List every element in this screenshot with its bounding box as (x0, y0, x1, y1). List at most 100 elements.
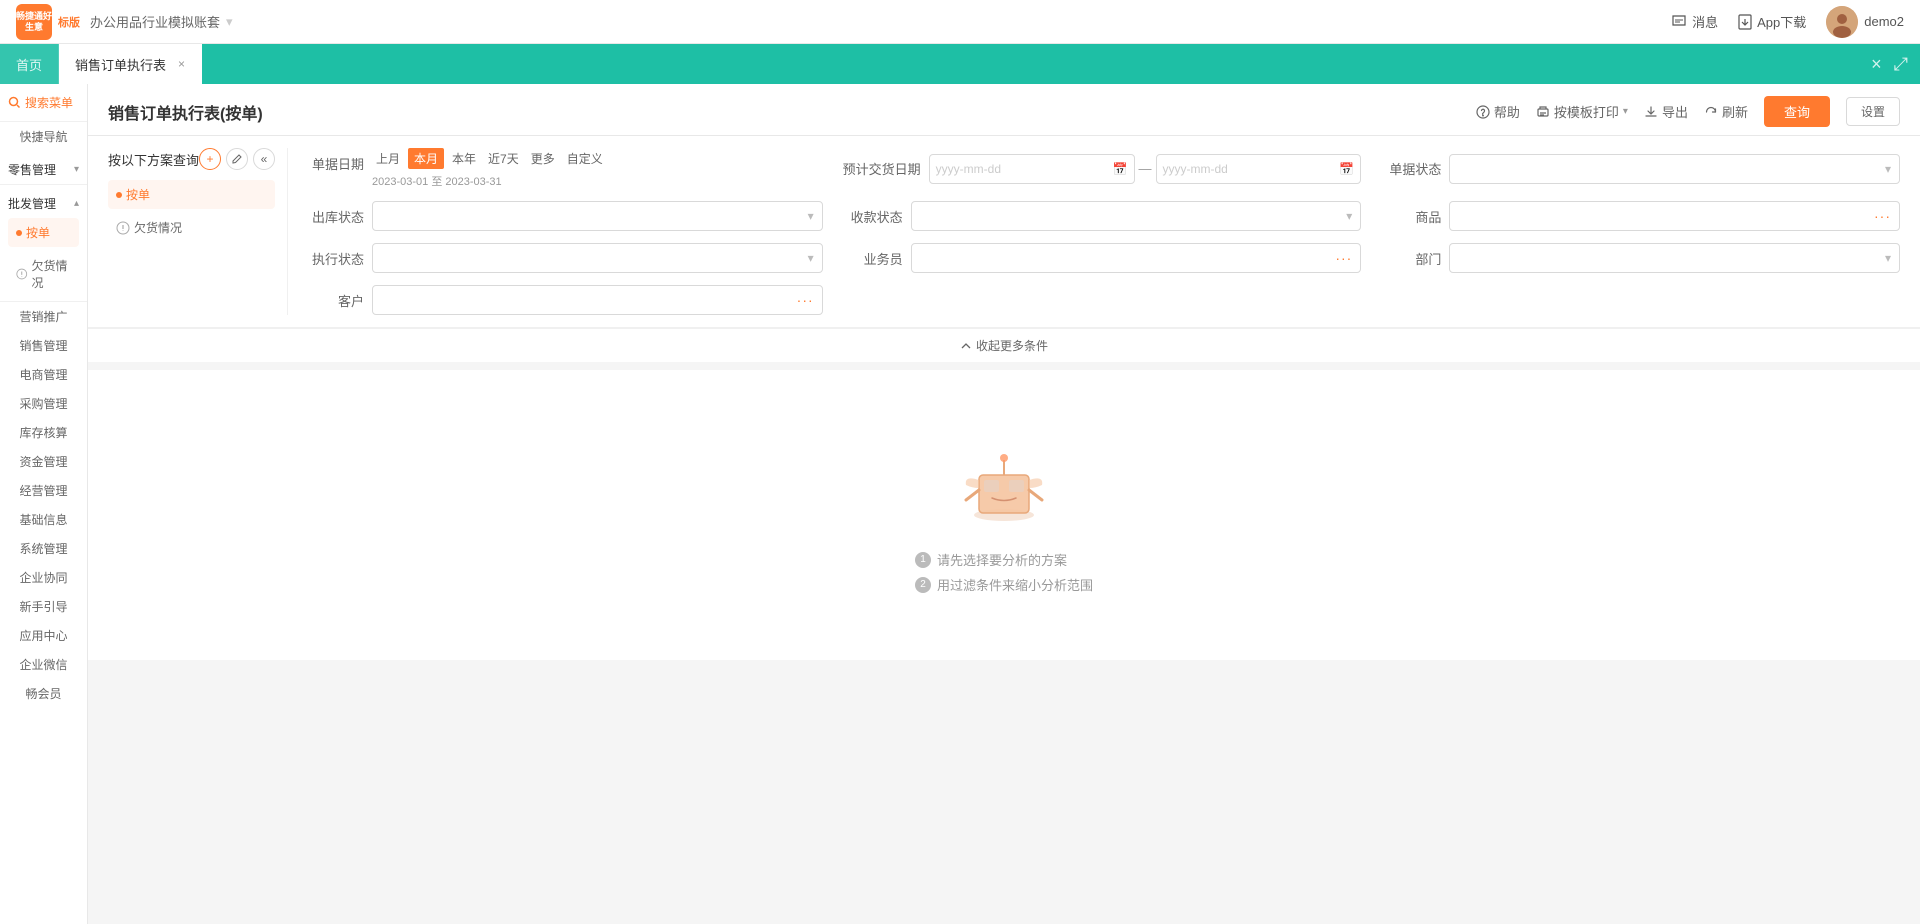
scheme-header: 按以下方案查询 + « (108, 148, 275, 170)
date-tab-thisyear[interactable]: 本年 (448, 148, 480, 169)
sidebar-item-appcenter[interactable]: 应用中心 (0, 621, 87, 650)
collapse-btn[interactable]: 收起更多条件 (88, 328, 1920, 362)
sidebar-item-operation[interactable]: 经营管理 (0, 476, 87, 505)
settings-button[interactable]: 设置 (1846, 97, 1900, 126)
empty-tip-1: 1 请先选择要分析的方案 (915, 550, 1093, 569)
sidebar-item-finance[interactable]: 资金管理 (0, 447, 87, 476)
page-header: 销售订单执行表(按单) 帮助 (88, 84, 1920, 136)
date-tabs-row: 上月 本月 本年 近7天 更多 自定义 (372, 148, 823, 169)
edit-scheme-btn[interactable] (226, 148, 248, 170)
search-icon (8, 96, 21, 109)
date-tab-more[interactable]: 更多 (527, 148, 559, 169)
scheme-item-credit[interactable]: 欠货情况 (108, 213, 275, 242)
expected-end-placeholder: yyyy-mm-dd (1163, 162, 1228, 176)
refresh-icon (1704, 105, 1718, 119)
app-download-action[interactable]: App下载 (1738, 12, 1806, 31)
sidebar-search[interactable]: 搜索菜单 (0, 84, 87, 122)
salesman-dots-icon[interactable]: ··· (1335, 250, 1352, 266)
sidebar-item-sales[interactable]: 销售管理 (0, 331, 87, 360)
filter-doc-status: 单据状态 ▾ (1381, 148, 1900, 189)
doc-status-select[interactable]: ▾ (1449, 154, 1900, 184)
tab-bar: 首页 销售订单执行表 × × ⤢ (0, 44, 1920, 84)
customer-dots-icon[interactable]: ··· (797, 292, 814, 308)
wholesale-arrow-icon: ▴ (74, 198, 79, 209)
goods-dots-icon[interactable]: ··· (1874, 208, 1891, 224)
stock-status-label: 出库状态 (304, 207, 364, 226)
date-tab-custom[interactable]: 自定义 (563, 148, 607, 169)
expected-delivery-start[interactable]: yyyy-mm-dd 📅 (929, 154, 1135, 184)
goods-label: 商品 (1381, 207, 1441, 226)
pay-status-select[interactable]: ▾ (911, 201, 1362, 231)
page-title-row: 销售订单执行表(按单) 帮助 (108, 96, 1900, 127)
sidebar-item-wechat[interactable]: 企业微信 (0, 650, 87, 679)
tip-num-2: 2 (915, 577, 931, 593)
calendar-icon-end: 📅 (1339, 162, 1354, 176)
tab-restore-icon[interactable]: ⤢ (1894, 54, 1908, 75)
refresh-btn[interactable]: 刷新 (1704, 102, 1748, 121)
sidebar: 搜索菜单 快捷导航 零售管理 ▾ 批发管理 ▴ 按单 (0, 84, 88, 924)
sidebar-item-system[interactable]: 系统管理 (0, 534, 87, 563)
tip-num-1: 1 (915, 552, 931, 568)
filter-fields: 单据日期 上月 本月 本年 近7天 更多 自定义 20 (288, 148, 1900, 315)
tab-home[interactable]: 首页 (0, 44, 59, 84)
pay-status-label: 收款状态 (843, 207, 903, 226)
sidebar-item-newbie[interactable]: 新手引导 (0, 592, 87, 621)
dept-arrow: ▾ (1885, 251, 1891, 265)
tab-close-icon[interactable]: × (178, 57, 185, 71)
sidebar-section-retail: 零售管理 ▾ (0, 151, 87, 185)
search-button[interactable]: 查询 (1764, 96, 1830, 127)
scheme-title: 按以下方案查询 (108, 150, 199, 169)
filter-expected-delivery: 预计交货日期 yyyy-mm-dd 📅 — yyyy-mm-dd 📅 (843, 148, 1362, 189)
sidebar-item-ecommerce[interactable]: 电商管理 (0, 360, 87, 389)
sidebar-item-purchase[interactable]: 采购管理 (0, 389, 87, 418)
filter-panel-inner: 按以下方案查询 + « 按单 (108, 148, 1900, 315)
logo-icon: 畅捷通好生意 (16, 4, 52, 40)
tab-close-all-icon[interactable]: × (1871, 54, 1882, 75)
empty-illustration (954, 430, 1054, 530)
stock-status-select[interactable]: ▾ (372, 201, 823, 231)
date-tab-7days[interactable]: 近7天 (484, 148, 523, 169)
add-scheme-btn[interactable]: + (199, 148, 221, 170)
scheme-panel: 按以下方案查询 + « 按单 (108, 148, 288, 315)
sidebar-item-member[interactable]: 畅会员 (0, 679, 87, 708)
empty-tip-2: 2 用过滤条件来缩小分析范围 (915, 575, 1093, 594)
salesman-select[interactable]: ··· (911, 243, 1362, 273)
date-tab-thismonth[interactable]: 本月 (408, 148, 444, 169)
sidebar-item-order[interactable]: 按单 (8, 218, 79, 247)
retail-arrow-icon: ▾ (74, 164, 79, 175)
filter-salesman: 业务员 ··· (843, 243, 1362, 273)
sidebar-retail-title[interactable]: 零售管理 ▾ (0, 151, 87, 184)
user-name: demo2 (1864, 14, 1904, 29)
user-area[interactable]: demo2 (1826, 6, 1904, 38)
tab-sales-exec[interactable]: 销售订单执行表 × (59, 44, 202, 84)
pay-status-arrow: ▾ (1346, 209, 1352, 223)
message-action[interactable]: 消息 (1671, 12, 1718, 31)
exec-status-select[interactable]: ▾ (372, 243, 823, 273)
expected-delivery-end[interactable]: yyyy-mm-dd 📅 (1156, 154, 1362, 184)
app-download-icon (1738, 14, 1752, 30)
filter-row-2: 出库状态 ▾ 收款状态 ▾ (304, 201, 1900, 231)
scheme-item-order[interactable]: 按单 (108, 180, 275, 209)
date-tab-lastmonth[interactable]: 上月 (372, 148, 404, 169)
sidebar-item-enterprise[interactable]: 企业协同 (0, 563, 87, 592)
help-btn[interactable]: 帮助 (1476, 102, 1520, 121)
breadcrumb-arrow-icon: ▾ (226, 14, 233, 30)
customer-select[interactable]: ··· (372, 285, 823, 315)
sidebar-item-credit[interactable]: 欠货情况 (8, 251, 79, 297)
export-btn[interactable]: 导出 (1644, 102, 1688, 121)
sidebar-item-quicknav[interactable]: 快捷导航 (0, 122, 87, 151)
scheme-actions: + « (199, 148, 275, 170)
sidebar-item-marketing[interactable]: 营销推广 (0, 302, 87, 331)
sidebar-item-basic[interactable]: 基础信息 (0, 505, 87, 534)
sidebar-wholesale-title[interactable]: 批发管理 ▴ (0, 185, 87, 218)
breadcrumb[interactable]: 办公用品行业模拟账套 ▾ (90, 12, 233, 31)
dept-label: 部门 (1381, 249, 1441, 268)
message-icon (1671, 14, 1687, 30)
collapse-scheme-btn[interactable]: « (253, 148, 275, 170)
dept-select[interactable]: ▾ (1449, 243, 1900, 273)
filter-exec-status: 执行状态 ▾ (304, 243, 823, 273)
print-template-btn[interactable]: 按模板打印 ▾ (1536, 102, 1628, 121)
sidebar-item-inventory[interactable]: 库存核算 (0, 418, 87, 447)
logo-area: 畅捷通好生意 标版 (16, 4, 80, 40)
goods-select[interactable]: ··· (1449, 201, 1900, 231)
